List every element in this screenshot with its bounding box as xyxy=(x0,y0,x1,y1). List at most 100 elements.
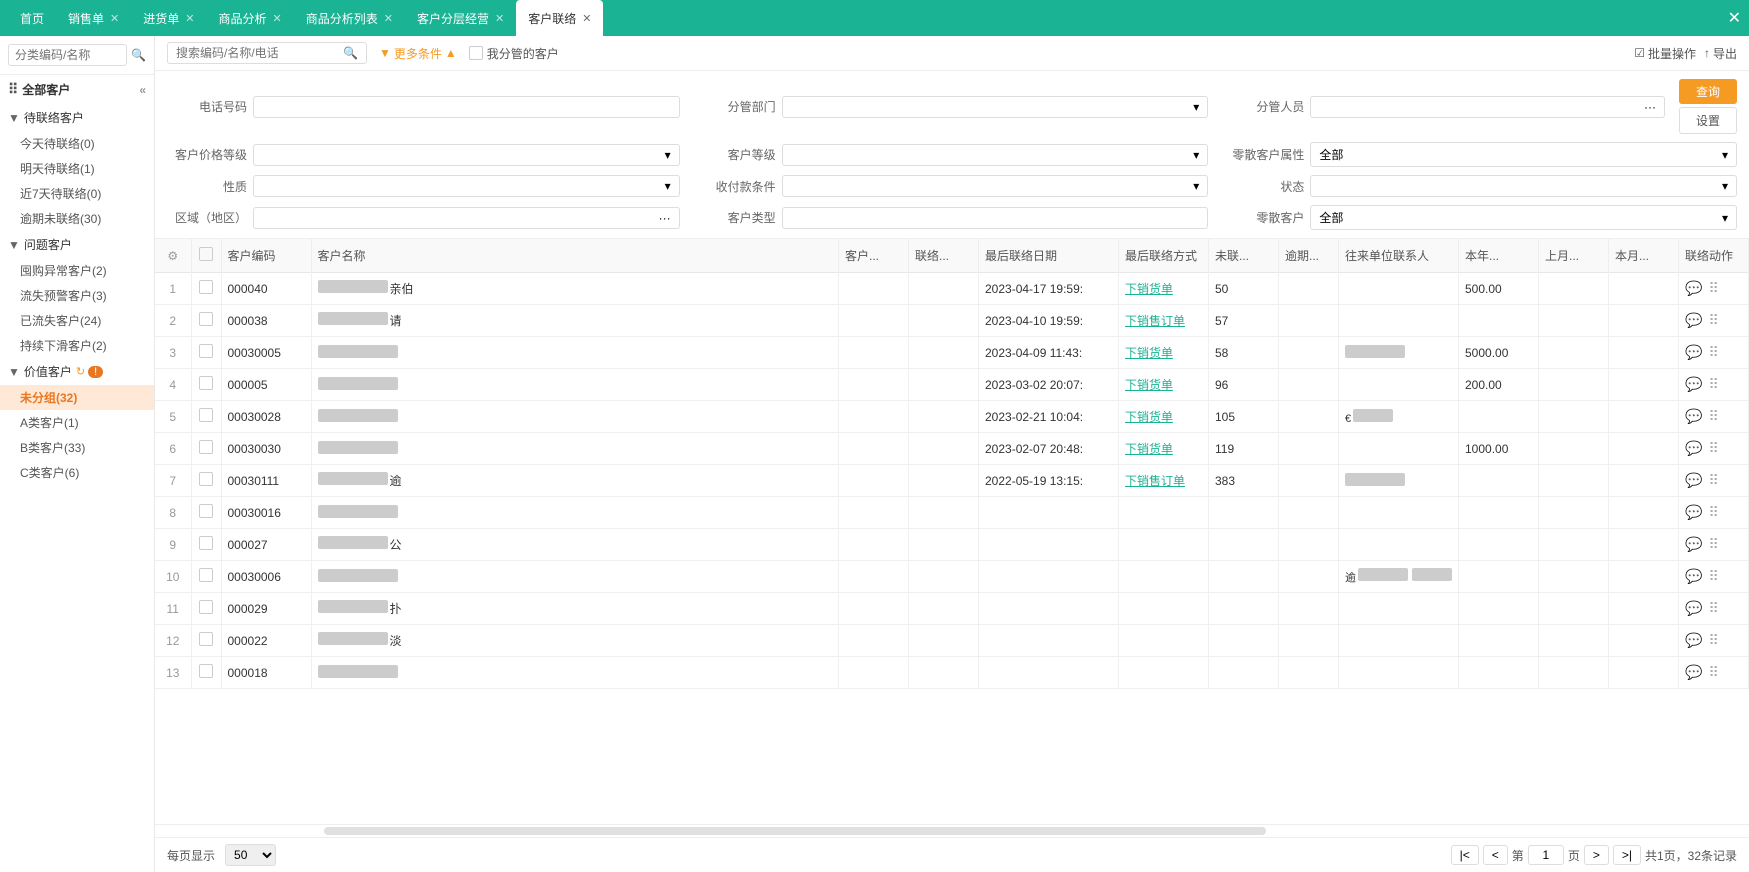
row-checkbox[interactable] xyxy=(199,568,213,582)
grid-action-icon[interactable]: ⠿ xyxy=(1708,568,1718,585)
window-close-icon[interactable]: ✕ xyxy=(1728,8,1741,28)
sidebar-group-value[interactable]: ▼ 价值客户 ↻ ! xyxy=(0,358,154,385)
tab-home[interactable]: 首页 xyxy=(8,0,56,36)
batch-operations-btn[interactable]: ☑ 批量操作 xyxy=(1634,45,1696,62)
zero-customer-select[interactable]: 全部 ▾ xyxy=(1310,205,1737,230)
sidebar-all-customers[interactable]: ⠿ 全部客户 « xyxy=(0,75,154,104)
contact-method-link[interactable]: 下销货单 xyxy=(1125,282,1173,296)
settings-icon[interactable]: ⚙ xyxy=(167,249,178,263)
row-checkbox[interactable] xyxy=(199,536,213,550)
message-icon[interactable]: 💬 xyxy=(1685,376,1702,393)
filter-search-icon[interactable]: 🔍 xyxy=(343,46,358,60)
message-icon[interactable]: 💬 xyxy=(1685,440,1702,457)
grid-action-icon[interactable]: ⠿ xyxy=(1708,280,1718,297)
query-button[interactable]: 查询 xyxy=(1679,79,1737,104)
row-checkbox[interactable] xyxy=(199,312,213,326)
more-conditions-btn[interactable]: ▼ 更多条件 ▲ xyxy=(379,45,457,62)
message-icon[interactable]: 💬 xyxy=(1685,632,1702,649)
department-select[interactable]: ▾ xyxy=(782,96,1209,118)
tab-purchase[interactable]: 进货单 ✕ xyxy=(131,0,206,36)
horizontal-scrollbar[interactable] xyxy=(324,827,1266,835)
message-icon[interactable]: 💬 xyxy=(1685,312,1702,329)
message-icon[interactable]: 💬 xyxy=(1685,664,1702,681)
header-checkbox[interactable] xyxy=(199,247,213,261)
contact-method-link[interactable]: 下销售订单 xyxy=(1125,474,1185,488)
row-checkbox[interactable] xyxy=(199,344,213,358)
tab-sales[interactable]: 销售单 ✕ xyxy=(56,0,131,36)
next-page-btn[interactable]: > xyxy=(1584,845,1609,865)
first-page-btn[interactable]: |< xyxy=(1451,845,1479,865)
sidebar-search-input[interactable] xyxy=(8,44,127,66)
sidebar-search-icon[interactable]: 🔍 xyxy=(131,48,146,62)
close-product-analysis-tab[interactable]: ✕ xyxy=(273,12,282,25)
nature-select[interactable]: ▾ xyxy=(253,175,680,197)
my-customers-checkbox[interactable] xyxy=(469,46,483,60)
prev-page-btn[interactable]: < xyxy=(1483,845,1508,865)
reset-button[interactable]: 设置 xyxy=(1679,107,1737,134)
zero-attr-select[interactable]: 全部 ▾ xyxy=(1310,142,1737,167)
grid-action-icon[interactable]: ⠿ xyxy=(1708,344,1718,361)
tab-customer-segment[interactable]: 客户分层经营 ✕ xyxy=(405,0,516,36)
close-contact-tab[interactable]: ✕ xyxy=(582,12,591,25)
filter-search-input[interactable] xyxy=(176,46,343,60)
tab-product-analysis[interactable]: 商品分析 ✕ xyxy=(206,0,293,36)
close-segment-tab[interactable]: ✕ xyxy=(495,12,504,25)
close-sales-tab[interactable]: ✕ xyxy=(110,12,119,25)
sidebar-item-churn-warning[interactable]: 流失预警客户(3) xyxy=(0,283,154,308)
status-select[interactable]: ▾ xyxy=(1310,175,1737,197)
row-checkbox[interactable] xyxy=(199,664,213,678)
grid-action-icon[interactable]: ⠿ xyxy=(1708,312,1718,329)
message-icon[interactable]: 💬 xyxy=(1685,568,1702,585)
message-icon[interactable]: 💬 xyxy=(1685,504,1702,521)
sidebar-item-churned[interactable]: 已流失客户(24) xyxy=(0,308,154,333)
contact-method-link[interactable]: 下销货单 xyxy=(1125,442,1173,456)
grid-action-icon[interactable]: ⠿ xyxy=(1708,472,1718,489)
contact-method-link[interactable]: 下销货单 xyxy=(1125,410,1173,424)
person-select[interactable]: ··· xyxy=(1310,96,1665,118)
tab-customer-contact[interactable]: 客户联络 ✕ xyxy=(516,0,603,36)
sidebar-item-hoarding[interactable]: 囤购异常客户(2) xyxy=(0,258,154,283)
grid-action-icon[interactable]: ⠿ xyxy=(1708,536,1718,553)
customer-level-select[interactable]: ▾ xyxy=(782,144,1209,166)
export-btn[interactable]: ↑ 导出 xyxy=(1704,45,1737,62)
payment-select[interactable]: ▾ xyxy=(782,175,1209,197)
sidebar-item-class-b[interactable]: B类客户(33) xyxy=(0,435,154,460)
sidebar-group-problem[interactable]: ▼ 问题客户 xyxy=(0,231,154,258)
message-icon[interactable]: 💬 xyxy=(1685,600,1702,617)
grid-action-icon[interactable]: ⠿ xyxy=(1708,632,1718,649)
sidebar-item-class-c[interactable]: C类客户(6) xyxy=(0,460,154,485)
grid-action-icon[interactable]: ⠿ xyxy=(1708,664,1718,681)
sidebar-collapse-icon[interactable]: « xyxy=(139,83,146,97)
tab-product-analysis-list[interactable]: 商品分析列表 ✕ xyxy=(294,0,405,36)
price-level-select[interactable]: ▾ xyxy=(253,144,680,166)
customer-type-input[interactable] xyxy=(782,207,1209,229)
row-checkbox[interactable] xyxy=(199,600,213,614)
message-icon[interactable]: 💬 xyxy=(1685,408,1702,425)
close-purchase-tab[interactable]: ✕ xyxy=(185,12,194,25)
contact-method-link[interactable]: 下销货单 xyxy=(1125,378,1173,392)
sidebar-item-class-a[interactable]: A类客户(1) xyxy=(0,410,154,435)
close-product-list-tab[interactable]: ✕ xyxy=(384,12,393,25)
sidebar-item-declining[interactable]: 持续下滑客户(2) xyxy=(0,333,154,358)
page-number-input[interactable] xyxy=(1528,845,1564,865)
sidebar-item-tomorrow[interactable]: 明天待联络(1) xyxy=(0,156,154,181)
refresh-icon[interactable]: ↻ xyxy=(76,365,85,378)
row-checkbox[interactable] xyxy=(199,376,213,390)
sidebar-item-7days[interactable]: 近7天待联络(0) xyxy=(0,181,154,206)
row-checkbox[interactable] xyxy=(199,280,213,294)
contact-method-link[interactable]: 下销货单 xyxy=(1125,346,1173,360)
message-icon[interactable]: 💬 xyxy=(1685,280,1702,297)
grid-action-icon[interactable]: ⠿ xyxy=(1708,504,1718,521)
message-icon[interactable]: 💬 xyxy=(1685,536,1702,553)
grid-action-icon[interactable]: ⠿ xyxy=(1708,440,1718,457)
grid-action-icon[interactable]: ⠿ xyxy=(1708,376,1718,393)
row-checkbox[interactable] xyxy=(199,408,213,422)
col-settings[interactable]: ⚙ xyxy=(155,239,191,273)
region-select[interactable]: ··· xyxy=(253,207,680,229)
phone-input[interactable] xyxy=(253,96,680,118)
sidebar-group-pending[interactable]: ▼ 待联络客户 xyxy=(0,104,154,131)
grid-action-icon[interactable]: ⠿ xyxy=(1708,408,1718,425)
contact-method-link[interactable]: 下销售订单 xyxy=(1125,314,1185,328)
row-checkbox[interactable] xyxy=(199,632,213,646)
row-checkbox[interactable] xyxy=(199,504,213,518)
